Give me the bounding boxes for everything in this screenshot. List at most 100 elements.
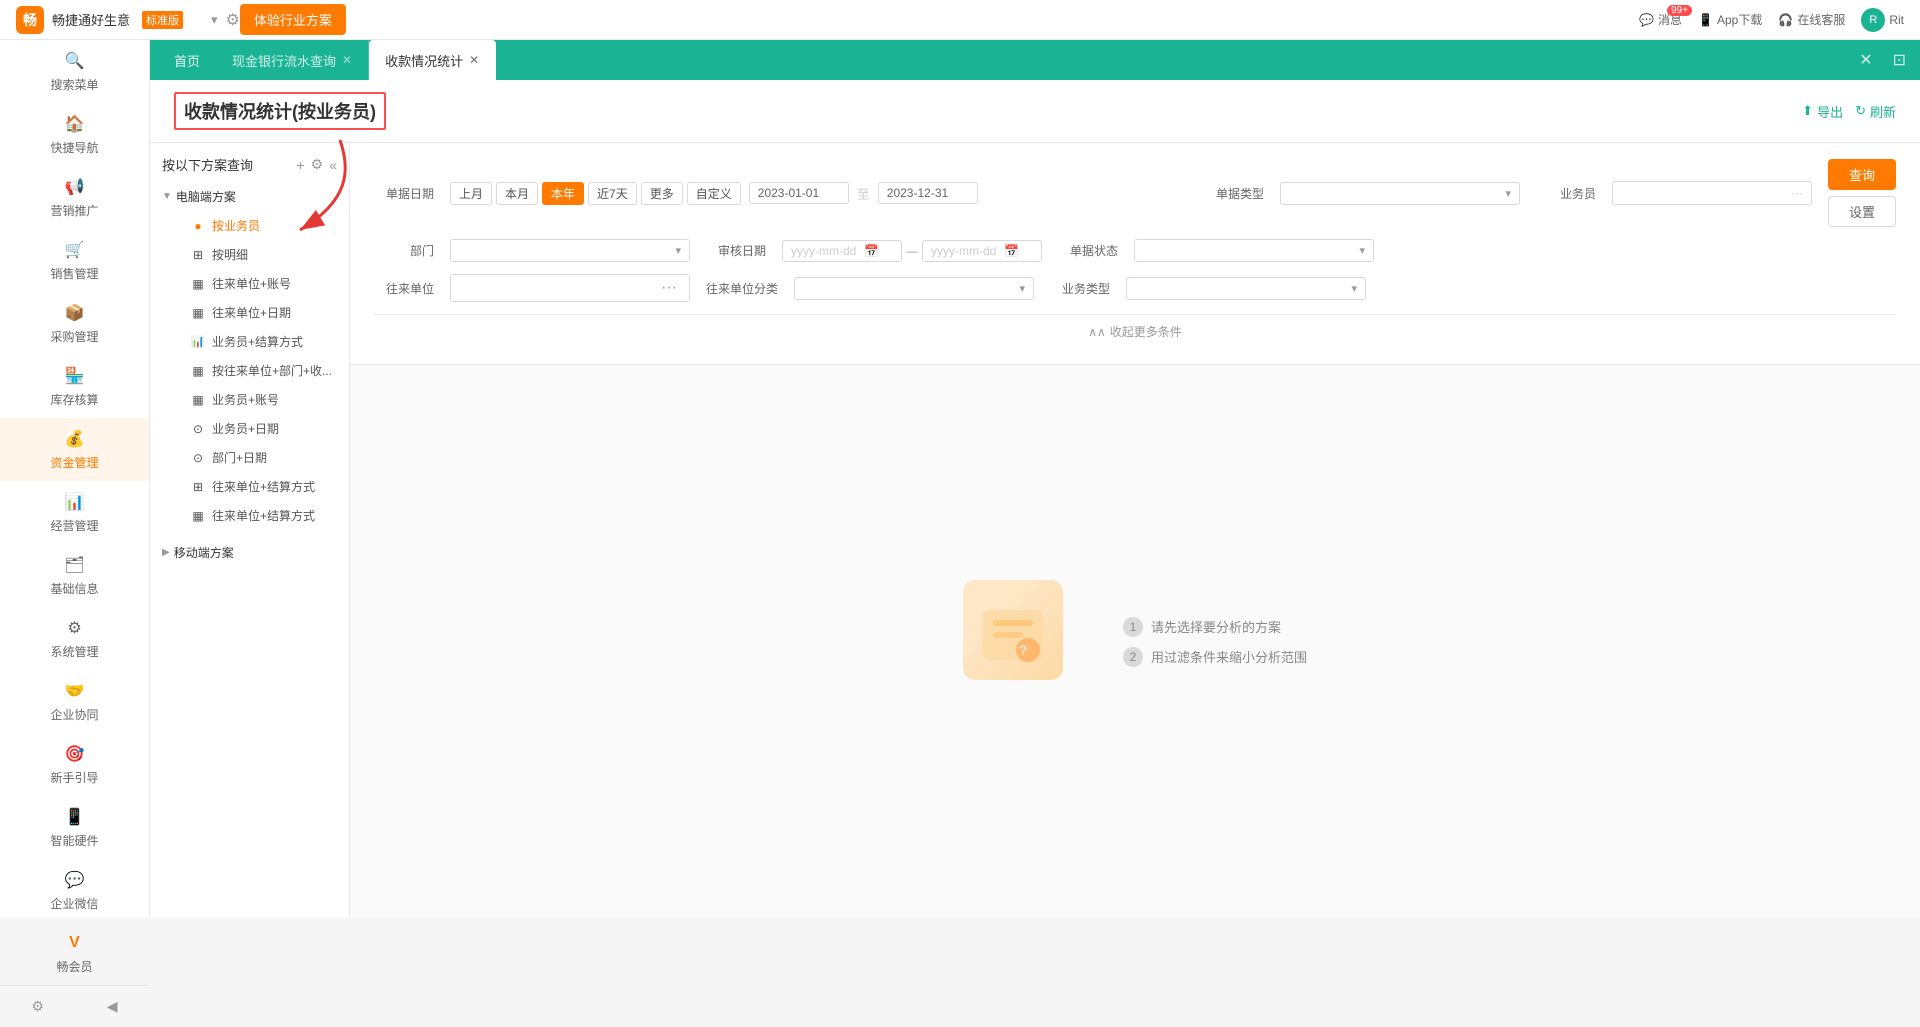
basic-info-icon: 🗂 [64, 554, 86, 576]
tree-item-salesperson-date[interactable]: ⊙ 业务员+日期 [174, 414, 349, 443]
partner-select[interactable]: ··· [450, 274, 690, 302]
partner-more-icon: ··· [657, 279, 681, 297]
doc-status-chevron-icon: ▾ [1359, 244, 1365, 257]
search-menu-icon: 🔍 [64, 50, 86, 72]
filter-btn-group: 查询 设置 [1828, 159, 1896, 227]
tree-item-unit-account[interactable]: ▦ 往来单位+账号 [174, 269, 349, 298]
sidebar-collapse-icon[interactable]: ◀ [103, 994, 122, 1019]
partner-category-select[interactable]: ▾ [794, 277, 1034, 300]
sidebar-item-operations[interactable]: 📊 经营管理 [0, 481, 149, 544]
tree-item-unit-settlement1[interactable]: ⊞ 往来单位+结算方式 [174, 472, 349, 501]
user-avatar[interactable]: R Rit [1861, 8, 1904, 32]
panel-header: 按以下方案查询 + ⚙ « [150, 155, 349, 182]
sidebar-item-smart-hw[interactable]: 📱 智能硬件 [0, 796, 149, 859]
trial-button[interactable]: 体验行业方案 [240, 4, 346, 35]
collapse-filter-button[interactable]: ∧∧ 收起更多条件 [374, 314, 1896, 348]
tab-receipts-stats[interactable]: 收款情况统计 ✕ [369, 40, 496, 80]
online-service-button[interactable]: 🎧 在线客服 [1778, 11, 1845, 28]
date-end-input[interactable]: 2023-12-31 [878, 182, 978, 204]
sidebar-item-finance[interactable]: 💰 资金管理 [0, 418, 149, 481]
sidebar-item-sales[interactable]: 🛒 销售管理 [0, 229, 149, 292]
tree-item-dept-date[interactable]: ⊙ 部门+日期 [174, 443, 349, 472]
audit-date-sep: — [906, 244, 918, 258]
dept-select[interactable]: ▾ [450, 239, 690, 262]
unit-dept-collect-icon: ▦ [190, 363, 206, 379]
tree-section-mobile[interactable]: ▶ 移动端方案 [150, 538, 349, 567]
sidebar-item-wechat[interactable]: 💬 企业微信 [0, 859, 149, 922]
date-quick-btns: 上月 本月 本年 近7天 更多 自定义 [450, 182, 741, 205]
tab-bank-flow[interactable]: 现金银行流水查询 ✕ [216, 40, 369, 80]
export-button[interactable]: ⬆ 导出 [1802, 102, 1843, 121]
filter-row-2: 部门 ▾ 审核日期 yyyy-mm-dd 📅 — [374, 239, 1896, 262]
sidebar-item-system[interactable]: ⚙ 系统管理 [0, 607, 149, 670]
window-resize-btn[interactable]: ⊡ [1887, 48, 1912, 72]
salesperson-select[interactable]: ··· [1612, 181, 1812, 205]
sp-account-icon: ▦ [190, 392, 206, 408]
partner-category-label: 往来单位分类 [706, 280, 778, 297]
tree-item-unit-dept-collect[interactable]: ▦ 按往来单位+部门+收... [174, 356, 349, 385]
audit-end-calendar-icon: 📅 [1004, 244, 1019, 258]
empty-illustration: ? [963, 580, 1063, 680]
tab-bank-flow-close[interactable]: ✕ [342, 53, 352, 67]
marketing-icon: 📢 [64, 176, 86, 198]
tree-item-by-detail[interactable]: ⊞ 按明细 [174, 240, 349, 269]
date-start-input[interactable]: 2023-01-01 [749, 182, 849, 204]
panel-add-icon[interactable]: + [296, 157, 304, 173]
sidebar-item-beginner[interactable]: 🎯 新手引导 [0, 733, 149, 796]
doc-type-select[interactable]: ▾ [1280, 182, 1520, 205]
collapse-up-icon: ∧∧ [1088, 325, 1106, 339]
tab-receipts-stats-close[interactable]: ✕ [469, 53, 479, 67]
partner-label: 往来单位 [374, 280, 434, 297]
tree-item-salesperson-settlement[interactable]: 📊 业务员+结算方式 [174, 327, 349, 356]
empty-state: ? 1 请先选择要分析的方案 2 用过滤条件来缩小分析范围 [350, 365, 1920, 918]
panel-collapse-icon[interactable]: « [329, 157, 337, 173]
dept-date-label: 部门+日期 [212, 449, 267, 466]
date-btn-custom[interactable]: 自定义 [687, 182, 741, 205]
doc-status-select[interactable]: ▾ [1134, 239, 1374, 262]
purchase-icon: 📦 [64, 302, 86, 324]
sidebar-item-search-menu[interactable]: 🔍 搜索菜单 [0, 40, 149, 103]
tree-item-unit-date[interactable]: ▦ 往来单位+日期 [174, 298, 349, 327]
sidebar-item-marketing[interactable]: 📢 营销推广 [0, 166, 149, 229]
date-btn-last-month[interactable]: 上月 [450, 182, 492, 205]
page-title: 收款情况统计(按业务员) [174, 92, 386, 130]
sidebar-item-quick-nav[interactable]: 🏠 快捷导航 [0, 103, 149, 166]
sidebar-item-inventory[interactable]: 🏪 库存核算 [0, 355, 149, 418]
gear-settings-icon[interactable]: ⚙ [226, 10, 240, 30]
tab-home[interactable]: 首页 [158, 51, 216, 70]
biz-type-select[interactable]: ▾ [1126, 277, 1366, 300]
unit-settlement1-label: 往来单位+结算方式 [212, 478, 315, 495]
audit-start-placeholder: yyyy-mm-dd [791, 244, 856, 258]
panel-settings-icon[interactable]: ⚙ [311, 156, 324, 173]
operations-icon: 📊 [64, 491, 86, 513]
date-picker-group: 上月 本月 本年 近7天 更多 自定义 2023-01-01 至 [450, 182, 1188, 205]
sidebar-item-purchase[interactable]: 📦 采购管理 [0, 292, 149, 355]
query-button[interactable]: 查询 [1828, 159, 1896, 190]
sidebar-item-enterprise[interactable]: 🤝 企业协同 [0, 670, 149, 733]
tree-section-desktop[interactable]: ▼ 电脑端方案 [150, 182, 349, 211]
sidebar-item-member[interactable]: V 畅会员 [0, 922, 149, 985]
date-btn-7days[interactable]: 近7天 [588, 182, 637, 205]
svg-text:?: ? [1019, 642, 1027, 658]
sidebar-settings-icon[interactable]: ⚙ [27, 994, 48, 1019]
audit-end-input[interactable]: yyyy-mm-dd 📅 [922, 240, 1042, 262]
sp-date-label: 业务员+日期 [212, 420, 279, 437]
refresh-button[interactable]: ↻ 刷新 [1855, 102, 1896, 121]
sp-date-icon: ⊙ [190, 421, 206, 437]
date-btn-more[interactable]: 更多 [641, 182, 683, 205]
detail-item-icon: ⊞ [190, 247, 206, 263]
tree-item-by-salesperson[interactable]: ● 按业务员 [174, 211, 349, 240]
chevron-down-icon[interactable]: ▾ [211, 12, 218, 28]
tree-item-unit-settlement2[interactable]: ▦ 往来单位+结算方式 [174, 501, 349, 530]
audit-start-input[interactable]: yyyy-mm-dd 📅 [782, 240, 902, 262]
window-close-btn[interactable]: ✕ [1853, 48, 1878, 72]
app-download-button[interactable]: 📱 App下载 [1698, 11, 1762, 28]
settings-button[interactable]: 设置 [1828, 196, 1896, 227]
sidebar-item-basic-info[interactable]: 🗂 基础信息 [0, 544, 149, 607]
date-btn-this-month[interactable]: 本月 [496, 182, 538, 205]
date-btn-this-year[interactable]: 本年 [542, 182, 584, 205]
salesperson-item-label: 按业务员 [212, 217, 260, 234]
messages-button[interactable]: 💬 消息 99+ [1639, 11, 1682, 28]
audit-date-label: 审核日期 [706, 242, 766, 259]
tree-item-salesperson-account[interactable]: ▦ 业务员+账号 [174, 385, 349, 414]
